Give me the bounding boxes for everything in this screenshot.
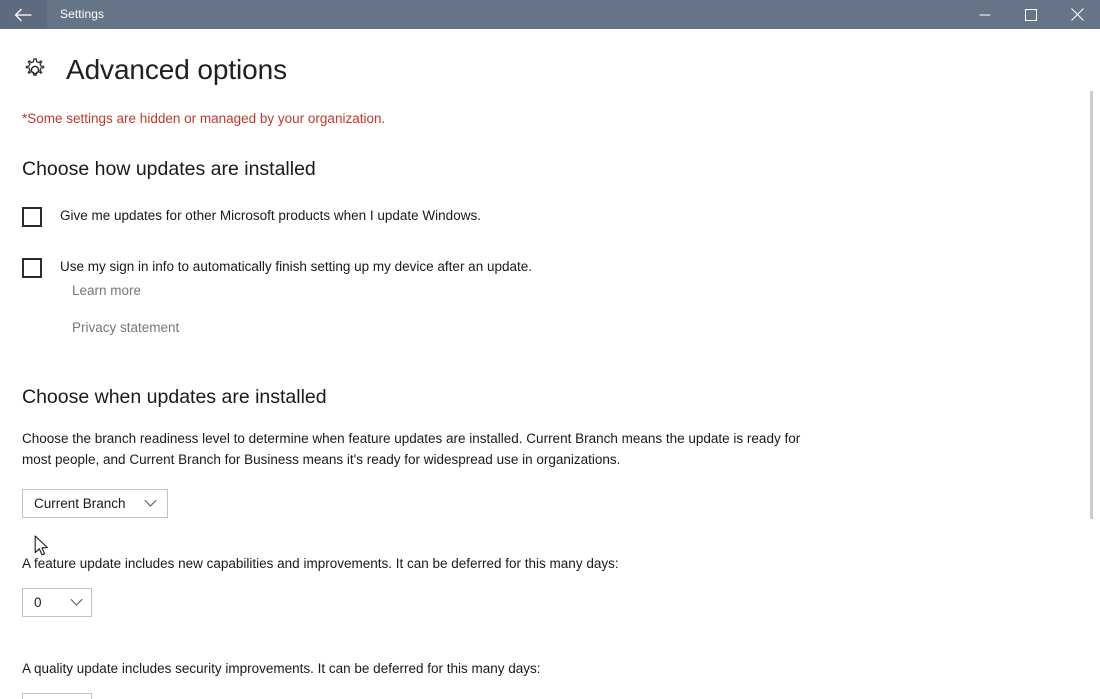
checkbox-row-sign-in-info[interactable]: Use my sign in info to automatically fin… xyxy=(22,257,1100,278)
vertical-scrollbar[interactable] xyxy=(1085,29,1097,699)
link-learn-more[interactable]: Learn more xyxy=(72,282,141,300)
window-title: Settings xyxy=(60,7,105,21)
feature-update-defer-value: 0 xyxy=(34,595,42,610)
settings-window: Settings Advanced options *Some settings… xyxy=(0,0,1100,699)
checkbox-row-microsoft-products[interactable]: Give me updates for other Microsoft prod… xyxy=(22,206,1100,227)
settings-content: Advanced options *Some settings are hidd… xyxy=(0,29,1100,699)
quality-update-defer-value: 0 xyxy=(34,694,42,699)
caption-button-group xyxy=(962,0,1100,29)
back-button[interactable] xyxy=(0,0,47,29)
quality-update-label: A quality update includes security impro… xyxy=(22,661,541,676)
branch-readiness-dropdown[interactable]: Current Branch xyxy=(22,489,168,518)
back-arrow-icon xyxy=(14,8,33,22)
feature-update-label: A feature update includes new capabiliti… xyxy=(22,556,619,571)
maximize-icon xyxy=(1025,8,1037,21)
minimize-icon xyxy=(979,9,991,21)
page-title: Advanced options xyxy=(66,54,288,85)
chevron-down-icon xyxy=(67,598,85,607)
feature-update-defer-dropdown[interactable]: 0 xyxy=(22,588,92,617)
titlebar-drag-region xyxy=(104,0,962,29)
link-privacy-statement[interactable]: Privacy statement xyxy=(72,319,179,337)
scrollbar-thumb[interactable] xyxy=(1090,91,1093,519)
close-icon xyxy=(1070,8,1084,21)
checkbox-label-microsoft-products: Give me updates for other Microsoft prod… xyxy=(60,208,481,223)
close-button[interactable] xyxy=(1054,0,1100,29)
gear-icon xyxy=(22,55,52,85)
chevron-down-icon xyxy=(141,499,159,508)
maximize-button[interactable] xyxy=(1008,0,1054,29)
section-heading-how-updates-installed: Choose how updates are installed xyxy=(22,158,316,180)
minimize-button[interactable] xyxy=(962,0,1008,29)
section-heading-when-updates-installed: Choose when updates are installed xyxy=(22,386,327,408)
checkbox-label-sign-in-info: Use my sign in info to automatically fin… xyxy=(60,259,532,274)
checkbox-sign-in-info[interactable] xyxy=(22,258,42,278)
branch-readiness-value: Current Branch xyxy=(34,496,126,511)
organization-warning: *Some settings are hidden or managed by … xyxy=(22,111,386,126)
title-bar: Settings xyxy=(0,0,1100,29)
checkbox-microsoft-products[interactable] xyxy=(22,207,42,227)
quality-update-defer-dropdown[interactable]: 0 xyxy=(22,693,92,699)
page-header: Advanced options xyxy=(22,49,1100,91)
branch-readiness-description: Choose the branch readiness level to det… xyxy=(22,431,801,467)
